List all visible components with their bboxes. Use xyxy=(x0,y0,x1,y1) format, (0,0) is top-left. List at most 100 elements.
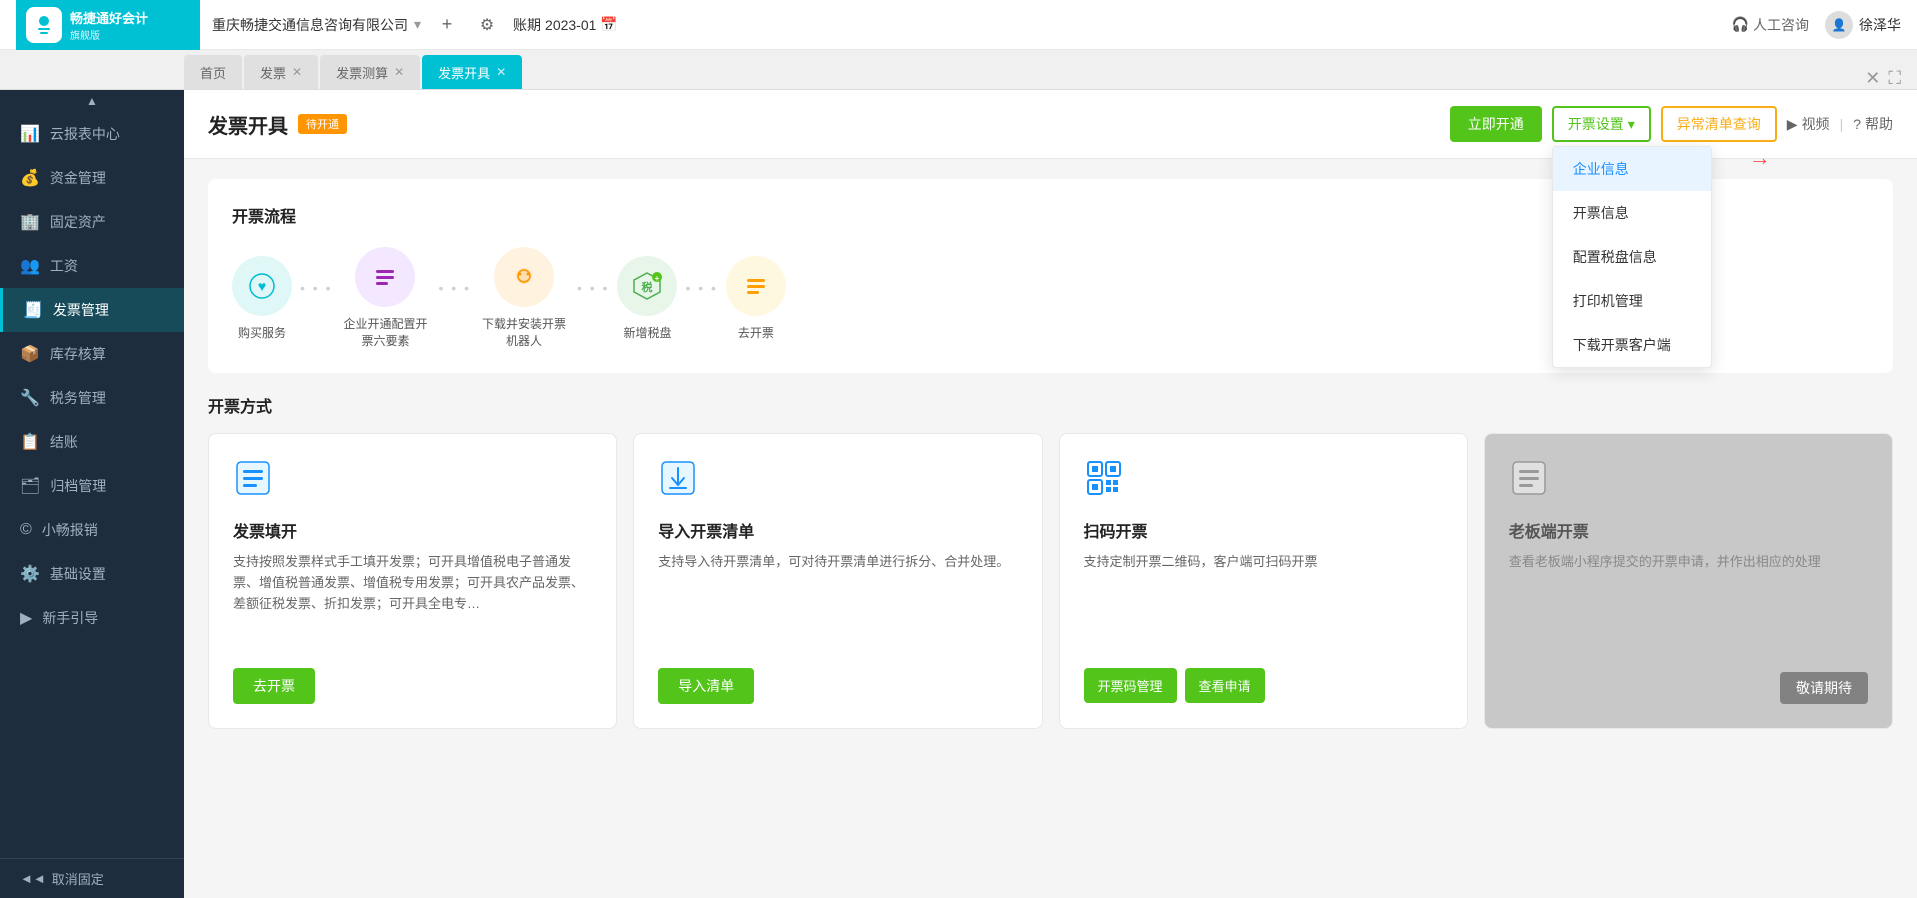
dropdown-item-download[interactable]: 下载开票客户端 xyxy=(1553,323,1711,367)
dropdown-item-invoice-info[interactable]: 开票信息 xyxy=(1553,191,1711,235)
invoice-settings-button[interactable]: 开票设置 ▾ xyxy=(1552,106,1651,142)
scan-icon xyxy=(1084,458,1443,506)
tab-calc-close[interactable]: ✕ xyxy=(394,65,404,79)
flow-step-5: 去开票 xyxy=(726,256,786,341)
logo-area: 畅捷通好会计 旗舰版 xyxy=(16,0,200,50)
tab-invoice[interactable]: 发票 ✕ xyxy=(244,55,318,89)
tab-calc[interactable]: 发票测算 ✕ xyxy=(320,55,420,89)
invoice-icon: 🧾 xyxy=(23,300,43,320)
scan-desc: 支持定制开票二维码，客户端可扫码开票 xyxy=(1084,552,1443,652)
dropdown-item-printer[interactable]: 打印机管理 xyxy=(1553,279,1711,323)
user-info[interactable]: 👤 徐泽华 xyxy=(1825,11,1901,39)
page-title: 发票开具 xyxy=(208,110,288,139)
import-list-button[interactable]: 导入清单 xyxy=(658,668,754,704)
fill-desc: 支持按照发票样式手工填开发票；可开具增值税电子普通发票、增值税普通发票、增值税专… xyxy=(233,552,592,652)
fill-invoice-button[interactable]: 去开票 xyxy=(233,668,315,704)
svg-text:♥: ♥ xyxy=(258,278,266,294)
sidebar-item-xiaochang[interactable]: © 小畅报销 xyxy=(0,508,184,552)
page-title-area: 发票开具 待开通 xyxy=(208,110,347,139)
avatar: 👤 xyxy=(1825,11,1853,39)
help-button[interactable]: ? 帮助 xyxy=(1853,114,1893,134)
headset-icon: 🎧 xyxy=(1732,16,1749,33)
methods-section: 开票方式 发票填开 支持按照发票样式手工填开发票；可开具增值税电子普通发票、增值… xyxy=(208,393,1893,729)
company-dropdown-icon: ▾ xyxy=(414,16,421,33)
status-badge: 待开通 xyxy=(298,114,347,134)
calendar-icon[interactable]: 📅 xyxy=(600,16,617,33)
period-display: 账期 2023-01 📅 xyxy=(513,15,618,35)
flow-connector-4: • • • xyxy=(677,280,725,296)
step4-icon: 税 + xyxy=(617,256,677,316)
view-apply-button[interactable]: 查看申请 xyxy=(1185,668,1265,703)
company-selector[interactable]: 重庆畅捷交通信息咨询有限公司 ▾ xyxy=(212,15,421,35)
tab-issue-close[interactable]: ✕ xyxy=(496,65,506,79)
flow-connector-3: • • • xyxy=(569,280,617,296)
settings-dropdown: → 企业信息 开票信息 配置税盘信息 打印机管理 下载开票客户端 xyxy=(1552,146,1712,368)
step3-icon xyxy=(494,247,554,307)
sidebar-item-payroll[interactable]: 👥 工资 xyxy=(0,244,184,288)
sidebar-item-tax[interactable]: 🔧 税务管理 xyxy=(0,376,184,420)
logo-badge: 旗舰版 xyxy=(70,27,148,42)
unpin-button[interactable]: ◄◄ 取消固定 xyxy=(0,858,184,898)
step4-label: 新增税盘 xyxy=(623,324,671,341)
sidebar-item-fund[interactable]: 💰 资金管理 xyxy=(0,156,184,200)
dropdown-item-tax-config[interactable]: 配置税盘信息 xyxy=(1553,235,1711,279)
tab-close-button[interactable]: ✕ xyxy=(1865,68,1880,89)
flow-step-2: 企业开通配置开票六要素 xyxy=(340,247,430,349)
tab-issue[interactable]: 发票开具 ✕ xyxy=(422,55,522,89)
header-actions: 立即开通 开票设置 ▾ → 企业信息 开票信息 配 xyxy=(1450,106,1893,142)
anomaly-list-button[interactable]: 异常清单查询 xyxy=(1661,106,1777,142)
sidebar-item-cloud-report[interactable]: 📊 云报表中心 xyxy=(0,112,184,156)
sidebar-item-fixed-assets[interactable]: 🏢 固定资产 xyxy=(0,200,184,244)
company-name: 重庆畅捷交通信息咨询有限公司 xyxy=(212,15,408,35)
fill-icon xyxy=(233,458,592,506)
settings-dropdown-container: 开票设置 ▾ → 企业信息 开票信息 配置税盘信息 打印机管理 下载开票客户端 xyxy=(1552,106,1651,142)
sidebar-item-settings[interactable]: ⚙️ 基础设置 xyxy=(0,552,184,596)
boss-icon xyxy=(1509,458,1868,506)
guide-icon: ▶ xyxy=(20,608,32,628)
sidebar-scroll-up[interactable]: ▲ xyxy=(0,90,184,112)
tab-home[interactable]: 首页 xyxy=(184,55,242,89)
open-now-button[interactable]: 立即开通 xyxy=(1450,106,1542,142)
fund-icon: 💰 xyxy=(20,168,40,188)
service-button[interactable]: 🎧 人工咨询 xyxy=(1732,15,1809,35)
import-icon xyxy=(658,458,1017,506)
settings-icon[interactable]: ⚙ xyxy=(473,11,501,39)
method-card-boss: 老板端开票 查看老板端小程序提交的开票申请，并作出相应的处理 敬请期待 xyxy=(1484,433,1893,729)
flow-connector-1: • • • xyxy=(292,280,340,296)
svg-text:税: 税 xyxy=(642,280,653,294)
tab-invoice-close[interactable]: ✕ xyxy=(292,65,302,79)
step3-label: 下载并安装开票机器人 xyxy=(479,315,569,349)
step2-icon xyxy=(355,247,415,307)
pin-icon: ◄◄ xyxy=(20,871,46,886)
flow-connector-2: • • • xyxy=(430,280,478,296)
fill-title: 发票填开 xyxy=(233,518,592,542)
archive-icon: 🗂 xyxy=(20,476,40,496)
logo-title: 畅捷通好会计 xyxy=(70,8,148,27)
video-button[interactable]: ▶ 视频 xyxy=(1787,114,1830,134)
add-tab-button[interactable]: + xyxy=(433,11,461,39)
method-card-import: 导入开票清单 支持导入待开票清单，可对待开票清单进行拆分、合并处理。 导入清单 xyxy=(633,433,1042,729)
logo-icon xyxy=(26,7,62,43)
scan-title: 扫码开票 xyxy=(1084,518,1443,542)
dropdown-item-company[interactable]: 企业信息 xyxy=(1553,147,1711,191)
sidebar-item-settlement[interactable]: 📋 结账 xyxy=(0,420,184,464)
inventory-icon: 📦 xyxy=(20,344,40,364)
xiaochang-icon: © xyxy=(20,521,32,539)
qr-manage-button[interactable]: 开票码管理 xyxy=(1084,668,1177,703)
import-title: 导入开票清单 xyxy=(658,518,1017,542)
logo-text-area: 畅捷通好会计 旗舰版 xyxy=(70,8,148,42)
method-card-fill: 发票填开 支持按照发票样式手工填开发票；可开具增值税电子普通发票、增值税普通发票… xyxy=(208,433,617,729)
tax-icon: 🔧 xyxy=(20,388,40,408)
tab-expand-button[interactable]: ⛶ xyxy=(1888,68,1901,89)
sidebar-item-guide[interactable]: ▶ 新手引导 xyxy=(0,596,184,640)
sidebar-item-invoice[interactable]: 🧾 发票管理 xyxy=(0,288,184,332)
flow-step-4: 税 + 新增税盘 xyxy=(617,256,677,341)
settings-sidebar-icon: ⚙️ xyxy=(20,564,40,584)
cloud-report-icon: 📊 xyxy=(20,124,40,144)
sidebar-item-inventory[interactable]: 📦 库存核算 xyxy=(0,332,184,376)
payroll-icon: 👥 xyxy=(20,256,40,276)
sidebar-item-archive[interactable]: 🗂 归档管理 xyxy=(0,464,184,508)
boss-desc: 查看老板端小程序提交的开票申请，并作出相应的处理 xyxy=(1509,552,1868,632)
step1-label: 购买服务 xyxy=(238,324,286,341)
import-desc: 支持导入待开票清单，可对待开票清单进行拆分、合并处理。 xyxy=(658,552,1017,652)
